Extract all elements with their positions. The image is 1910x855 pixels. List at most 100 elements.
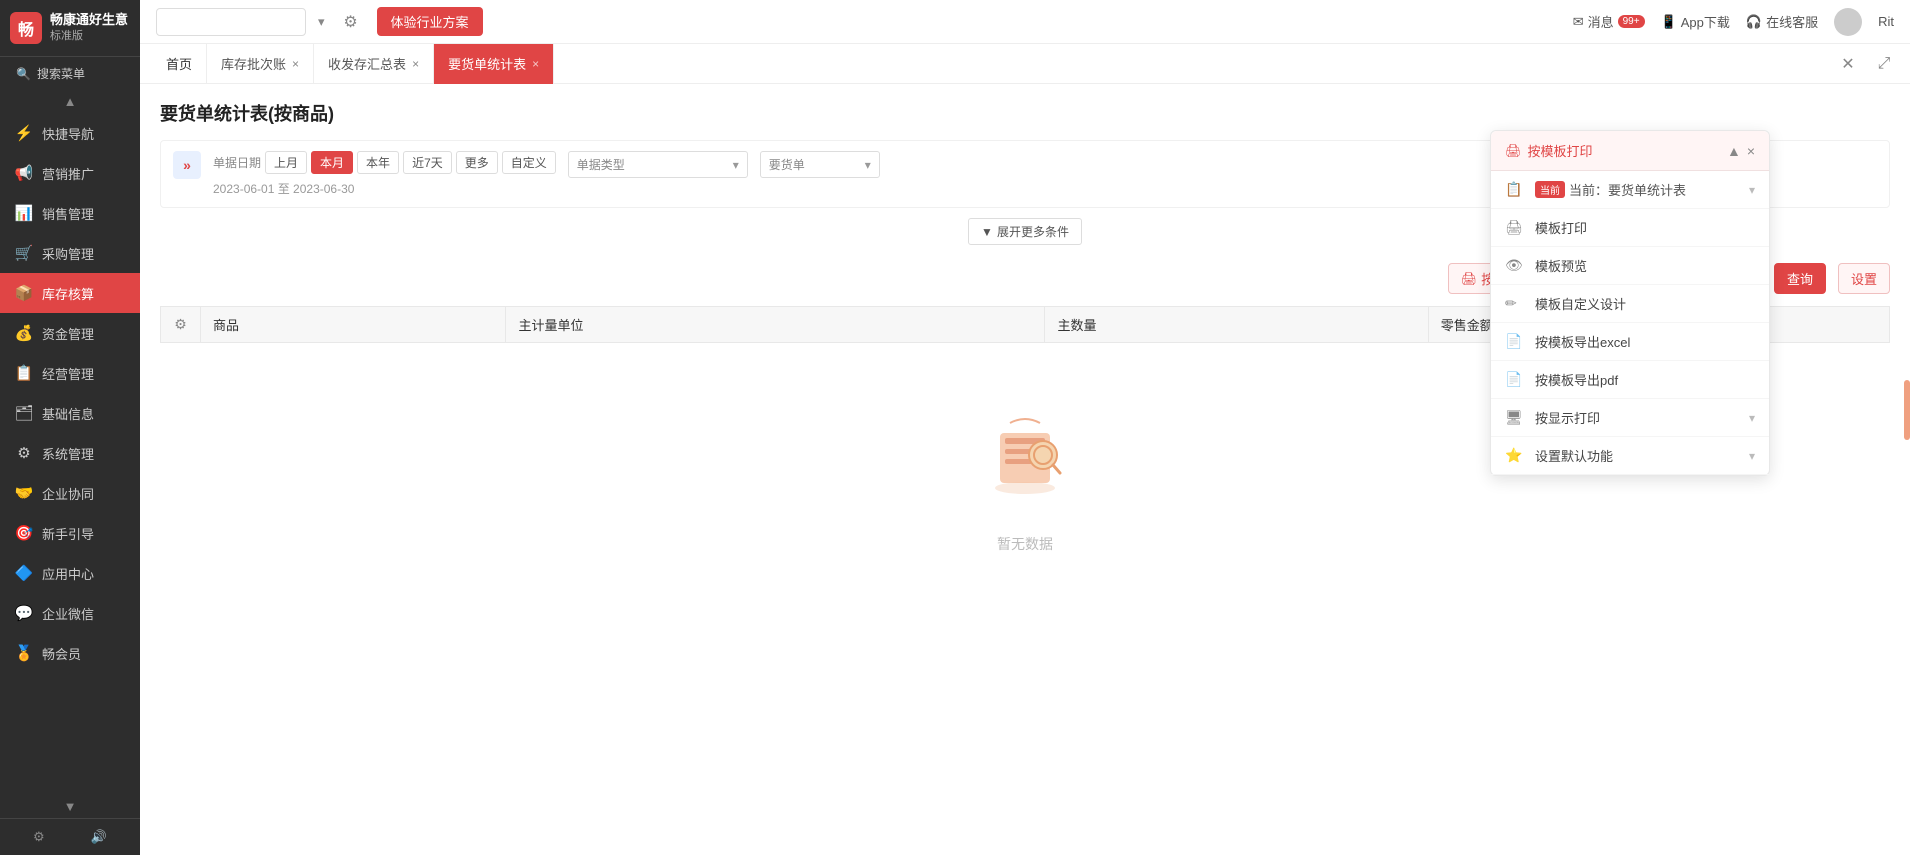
- column-quantity: 主数量: [1045, 307, 1428, 343]
- empty-illustration: [975, 403, 1075, 522]
- query-label: 查询: [1787, 269, 1813, 288]
- sidebar-item-apps[interactable]: 🔷 应用中心: [0, 553, 140, 593]
- dropdown-current-item[interactable]: 📋 当前 当前：要货单统计表 ▾: [1491, 171, 1769, 209]
- sidebar-item-purchase[interactable]: 🛒 采购管理: [0, 233, 140, 273]
- user-avatar[interactable]: [1834, 8, 1862, 36]
- sidebar-item-member[interactable]: 🏅 畅会员: [0, 633, 140, 673]
- print-dropdown: 🖨 按模板打印 ▲ × 📋 当前 当前：要货单统计表 ▾ 🖨 模板打印 👁 模板…: [1490, 130, 1770, 476]
- gear-icon[interactable]: ⚙: [337, 8, 365, 36]
- expand-more-button[interactable]: ▼ 展开更多条件: [968, 218, 1082, 245]
- goods-filter-select[interactable]: 要货单 ▾: [760, 151, 880, 178]
- page-title: 要货单统计表(按商品): [160, 100, 1890, 126]
- tab-inventory-batch-close[interactable]: ×: [292, 57, 299, 71]
- sidebar-item-basic[interactable]: 🗂 基础信息: [0, 393, 140, 433]
- export-pdf-label: 按模板导出pdf: [1535, 370, 1755, 389]
- current-item-label: 当前：要货单统计表: [1569, 180, 1749, 199]
- goods-filter-arrow: ▾: [865, 158, 871, 172]
- tab-home[interactable]: 首页: [152, 44, 207, 84]
- sidebar-item-guide[interactable]: 🎯 新手引导: [0, 513, 140, 553]
- tab-close-window-icon[interactable]: ✕: [1834, 50, 1862, 78]
- display-print-arrow: ▾: [1749, 411, 1755, 425]
- sidebar-item-system[interactable]: ⚙ 系统管理: [0, 433, 140, 473]
- column-settings[interactable]: ⚙: [161, 307, 201, 343]
- template-print-icon: 🖨: [1505, 219, 1525, 236]
- online-service-label: 在线客服: [1766, 12, 1818, 31]
- finance-icon: 💰: [14, 323, 34, 343]
- sidebar-scroll-down[interactable]: ▼: [0, 795, 140, 818]
- finance-label: 资金管理: [42, 324, 94, 343]
- date-btn-last-month[interactable]: 上月: [265, 151, 307, 174]
- type-filter-select[interactable]: 单据类型 ▾: [568, 151, 748, 178]
- resize-handle[interactable]: [1904, 380, 1910, 440]
- sidebar-scroll-up[interactable]: ▲: [0, 90, 140, 113]
- message-badge: 99+: [1618, 15, 1645, 28]
- dropdown-export-excel[interactable]: 📄 按模板导出excel: [1491, 323, 1769, 361]
- sidebar-item-marketing[interactable]: 📢 营销推广: [0, 153, 140, 193]
- online-service-button[interactable]: 🎧 在线客服: [1746, 12, 1818, 31]
- tab-receivable-summary-close[interactable]: ×: [412, 57, 419, 71]
- date-btn-more[interactable]: 更多: [456, 151, 498, 174]
- tab-home-label: 首页: [166, 54, 192, 73]
- dropdown-header-left: 🖨 按模板打印: [1505, 141, 1593, 160]
- print-icon: 🖨: [1461, 271, 1478, 287]
- header-right: ✉ 消息 99+ 📱 App下载 🎧 在线客服 Rit: [1573, 8, 1894, 36]
- member-icon: 🏅: [14, 643, 34, 663]
- download-icon: 📱: [1661, 14, 1677, 30]
- date-btn-custom[interactable]: 自定义: [502, 151, 556, 174]
- filter-expand-button[interactable]: »: [173, 151, 201, 179]
- footer-sound-icon[interactable]: 🔊: [91, 829, 107, 845]
- message-button[interactable]: ✉ 消息 99+: [1573, 12, 1645, 31]
- goods-filter-label: 要货单: [769, 156, 805, 173]
- tab-order-stats[interactable]: 要货单统计表 ×: [434, 44, 554, 84]
- sidebar-nav: ⚡ 快捷导航 📢 营销推广 📊 销售管理 🛒 采购管理 📦 库存核算 💰 资金管…: [0, 113, 140, 795]
- dropdown-template-preview[interactable]: 👁 模板预览: [1491, 247, 1769, 285]
- current-item-arrow: ▾: [1749, 183, 1755, 197]
- basic-label: 基础信息: [42, 404, 94, 423]
- dropdown-collapse-button[interactable]: ▲: [1727, 143, 1741, 159]
- trial-button[interactable]: 体验行业方案: [377, 7, 483, 36]
- display-print-icon: 🖥: [1505, 409, 1525, 426]
- table-settings-icon[interactable]: ⚙: [174, 316, 187, 332]
- breadcrumb-input[interactable]: [156, 8, 306, 36]
- date-btn-this-month[interactable]: 本月: [311, 151, 353, 174]
- service-icon: 🎧: [1746, 14, 1762, 30]
- settings-button[interactable]: 设置: [1838, 263, 1890, 294]
- sidebar-item-operations[interactable]: 📋 经营管理: [0, 353, 140, 393]
- header-chevron-icon: ▾: [318, 14, 325, 30]
- query-button[interactable]: 查询: [1774, 263, 1826, 294]
- dropdown-template-print[interactable]: 🖨 模板打印: [1491, 209, 1769, 247]
- tab-receivable-summary[interactable]: 收发存汇总表 ×: [314, 44, 434, 84]
- sidebar-item-wechat[interactable]: 💬 企业微信: [0, 593, 140, 633]
- dropdown-template-custom[interactable]: ✏ 模板自定义设计: [1491, 285, 1769, 323]
- sidebar-item-collab[interactable]: 🤝 企业协同: [0, 473, 140, 513]
- tab-order-stats-close[interactable]: ×: [532, 57, 539, 71]
- current-item-icon: 📋: [1505, 181, 1525, 198]
- tab-inventory-batch[interactable]: 库存批次账 ×: [207, 44, 314, 84]
- dropdown-export-pdf[interactable]: 📄 按模板导出pdf: [1491, 361, 1769, 399]
- export-excel-icon: 📄: [1505, 333, 1525, 350]
- sidebar-logo: 畅 畅康通好生意 标准版: [0, 0, 140, 57]
- dropdown-set-default[interactable]: ⭐ 设置默认功能 ▾: [1491, 437, 1769, 475]
- empty-text: 暂无数据: [997, 534, 1053, 554]
- shortcuts-label: 快捷导航: [42, 124, 94, 143]
- app-download-button[interactable]: 📱 App下载: [1661, 12, 1730, 31]
- inventory-icon: 📦: [14, 283, 34, 303]
- tab-expand-icon[interactable]: ⤢: [1870, 50, 1898, 78]
- current-tag: 当前: [1535, 181, 1565, 198]
- dropdown-header-controls: ▲ ×: [1727, 143, 1755, 159]
- collab-label: 企业协同: [42, 484, 94, 503]
- template-custom-label: 模板自定义设计: [1535, 294, 1755, 313]
- date-btn-this-year[interactable]: 本年: [357, 151, 399, 174]
- sidebar-item-shortcuts[interactable]: ⚡ 快捷导航: [0, 113, 140, 153]
- dropdown-display-print[interactable]: 🖥 按显示打印 ▾: [1491, 399, 1769, 437]
- expand-more-icon: ▼: [981, 225, 993, 239]
- sidebar-search[interactable]: 🔍 搜索菜单: [0, 57, 140, 90]
- date-btn-7days[interactable]: 近7天: [403, 151, 452, 174]
- footer-settings-icon[interactable]: ⚙: [33, 829, 45, 845]
- sidebar-item-inventory[interactable]: 📦 库存核算: [0, 273, 140, 313]
- sidebar-item-sales[interactable]: 📊 销售管理: [0, 193, 140, 233]
- column-unit: 主计量单位: [506, 307, 1045, 343]
- dropdown-close-button[interactable]: ×: [1747, 143, 1755, 159]
- sidebar-item-finance[interactable]: 💰 资金管理: [0, 313, 140, 353]
- sales-icon: 📊: [14, 203, 34, 223]
